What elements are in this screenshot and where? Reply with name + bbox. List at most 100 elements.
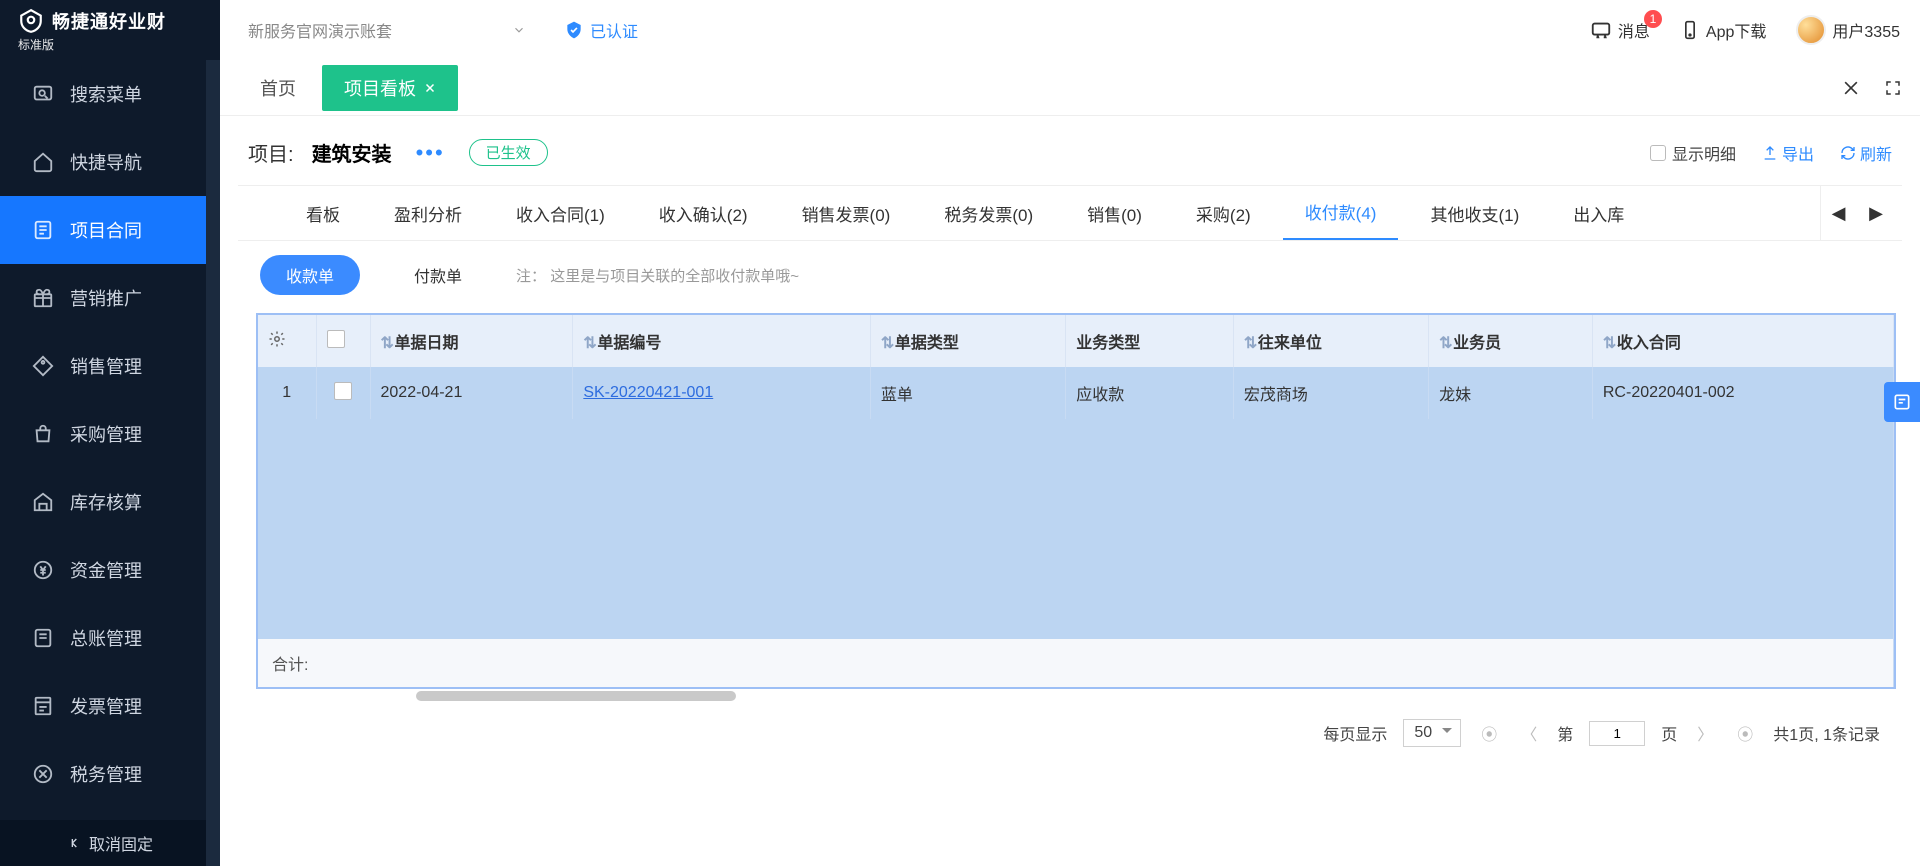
sidebar-label: 搜索菜单 (70, 81, 142, 107)
cell-code-link[interactable]: SK-20220421-001 (583, 384, 713, 401)
checkbox-icon (327, 330, 345, 348)
brand-edition: 标准版 (18, 36, 54, 53)
refresh-icon (1840, 145, 1856, 161)
sidebar-item-funds[interactable]: 资金管理 (0, 536, 220, 604)
sidebar-item-search[interactable]: 搜索菜单 (0, 60, 220, 128)
sidebar-unpin[interactable]: 取消固定 (0, 820, 220, 866)
col-checkbox[interactable] (316, 315, 370, 367)
tab-home[interactable]: 首页 (238, 65, 318, 111)
brand-name: 畅捷通好业财 (52, 8, 166, 34)
sidebar-scrollbar[interactable] (206, 60, 220, 866)
messages-button[interactable]: 消息 1 (1590, 18, 1650, 42)
scrollbar-thumb[interactable] (416, 691, 736, 701)
page-tabs: 首页 项目看板 (220, 60, 1920, 116)
col-doctype[interactable]: ⇅单据类型 (870, 315, 1065, 367)
subtab-other[interactable]: 其他收支(1) (1408, 187, 1541, 240)
subtab-receipts[interactable]: 收付款(4) (1283, 186, 1399, 240)
pager-prev[interactable]: 〈 (1517, 721, 1541, 745)
per-page-label: 每页显示 (1323, 721, 1387, 745)
project-label: 项目: (248, 138, 294, 167)
col-operator[interactable]: ⇅业务员 (1429, 315, 1593, 367)
tenant-select[interactable]: 新服务官网演示账套 (240, 12, 534, 48)
subtabs-next[interactable]: ▶ (1858, 186, 1894, 240)
data-table: ⇅单据日期 ⇅单据编号 ⇅单据类型 业务类型 ⇅往来单位 ⇅业务员 ⇅收入合同 … (256, 313, 1896, 689)
sidebar-item-invoice[interactable]: 发票管理 (0, 672, 220, 740)
user-menu[interactable]: 用户3355 (1796, 15, 1900, 45)
verify-label: 已认证 (590, 18, 638, 42)
subtab-sales-invoice[interactable]: 销售发票(0) (780, 187, 913, 240)
subtabs-prev[interactable]: ◀ (1820, 186, 1856, 240)
cell-biztype: 应收款 (1066, 367, 1234, 419)
page-number-input[interactable] (1589, 721, 1645, 746)
export-button[interactable]: 导出 (1762, 141, 1814, 165)
fullscreen-button[interactable] (1882, 77, 1904, 99)
more-button[interactable]: ••• (410, 140, 451, 166)
close-icon[interactable] (424, 82, 436, 94)
pagination: 每页显示 50 ⦿ 〈 第 页 〉 ⦿ 共1页, 1条记录 (238, 703, 1902, 763)
subtab-tax-invoice[interactable]: 税务发票(0) (922, 187, 1055, 240)
side-drawer-toggle[interactable] (1884, 382, 1920, 422)
sidebar-item-quicknav[interactable]: 快捷导航 (0, 128, 220, 196)
sidebar-item-project[interactable]: 项目合同 (0, 196, 220, 264)
tab-project-board[interactable]: 项目看板 (322, 65, 458, 111)
subtab-profit[interactable]: 盈利分析 (372, 187, 484, 240)
per-page-select[interactable]: 50 (1403, 719, 1461, 747)
project-name: 建筑安装 (312, 138, 392, 167)
col-date[interactable]: ⇅单据日期 (370, 315, 573, 367)
sidebar-item-tax[interactable]: 税务管理 (0, 740, 220, 808)
row-checkbox[interactable] (334, 382, 352, 400)
phone-icon (1680, 20, 1700, 40)
refresh-button[interactable]: 刷新 (1840, 141, 1892, 165)
pager-summary: 共1页, 1条记录 (1773, 721, 1880, 745)
col-biztype[interactable]: 业务类型 (1066, 315, 1234, 367)
subtab-kanban[interactable]: 看板 (284, 187, 362, 240)
pager-first[interactable]: ⦿ (1477, 721, 1501, 745)
project-header: 项目: 建筑安装 ••• 已生效 显示明细 导出 刷新 (238, 130, 1902, 185)
tenant-name: 新服务官网演示账套 (248, 18, 392, 42)
app-download-button[interactable]: App下载 (1680, 18, 1766, 42)
brand-block: 畅捷通好业财 标准版 (0, 0, 220, 60)
subtab-income-contract[interactable]: 收入合同(1) (494, 187, 627, 240)
col-code[interactable]: ⇅单据编号 (573, 315, 871, 367)
table-row[interactable]: 1 2022-04-21 SK-20220421-001 蓝单 应收款 宏茂商场… (258, 367, 1894, 419)
subtab-purchase[interactable]: 采购(2) (1174, 187, 1273, 240)
warehouse-icon (32, 491, 54, 513)
pager-next[interactable]: 〉 (1693, 721, 1717, 745)
show-detail-toggle[interactable]: 显示明细 (1650, 141, 1736, 165)
subtab-sales[interactable]: 销售(0) (1065, 187, 1164, 240)
sidebar-label: 库存核算 (70, 489, 142, 515)
sidebar-item-stock[interactable]: 库存核算 (0, 468, 220, 536)
x-icon (1841, 78, 1861, 98)
col-settings[interactable] (258, 315, 316, 367)
cell-contract: RC-20220401-002 (1592, 367, 1893, 419)
sidebar-label: 总账管理 (70, 625, 142, 651)
note-icon (1892, 392, 1912, 412)
sum-row: 合计: (258, 639, 1894, 687)
sidebar-item-gl[interactable]: 总账管理 (0, 604, 220, 672)
pager-last[interactable]: ⦿ (1733, 721, 1757, 745)
page-label-post: 页 (1661, 721, 1677, 745)
sidebar-label: 资金管理 (70, 557, 142, 583)
sidebar-item-promo[interactable]: 营销推广 (0, 264, 220, 332)
avatar (1796, 15, 1826, 45)
invoice-icon (32, 695, 54, 717)
export-icon (1762, 145, 1778, 161)
col-party[interactable]: ⇅往来单位 (1233, 315, 1428, 367)
cell-operator: 龙妹 (1429, 367, 1593, 419)
sidebar-label: 发票管理 (70, 693, 142, 719)
tab-project-board-label: 项目看板 (344, 75, 416, 101)
subtab-inout[interactable]: 出入库 (1551, 187, 1646, 240)
gear-icon (268, 330, 286, 348)
col-contract[interactable]: ⇅收入合同 (1592, 315, 1893, 367)
close-all-button[interactable] (1840, 77, 1862, 99)
checkbox-icon (1650, 145, 1666, 161)
contract-icon (32, 219, 54, 241)
subtab-income-confirm[interactable]: 收入确认(2) (637, 187, 770, 240)
pill-payment[interactable]: 付款单 (388, 255, 488, 295)
sum-label: 合计: (258, 639, 1894, 687)
row-no: 1 (258, 367, 316, 419)
horizontal-scrollbar[interactable] (256, 689, 1884, 703)
sidebar-item-purchase[interactable]: 采购管理 (0, 400, 220, 468)
pill-receipt[interactable]: 收款单 (260, 255, 360, 295)
sidebar-item-sales[interactable]: 销售管理 (0, 332, 220, 400)
